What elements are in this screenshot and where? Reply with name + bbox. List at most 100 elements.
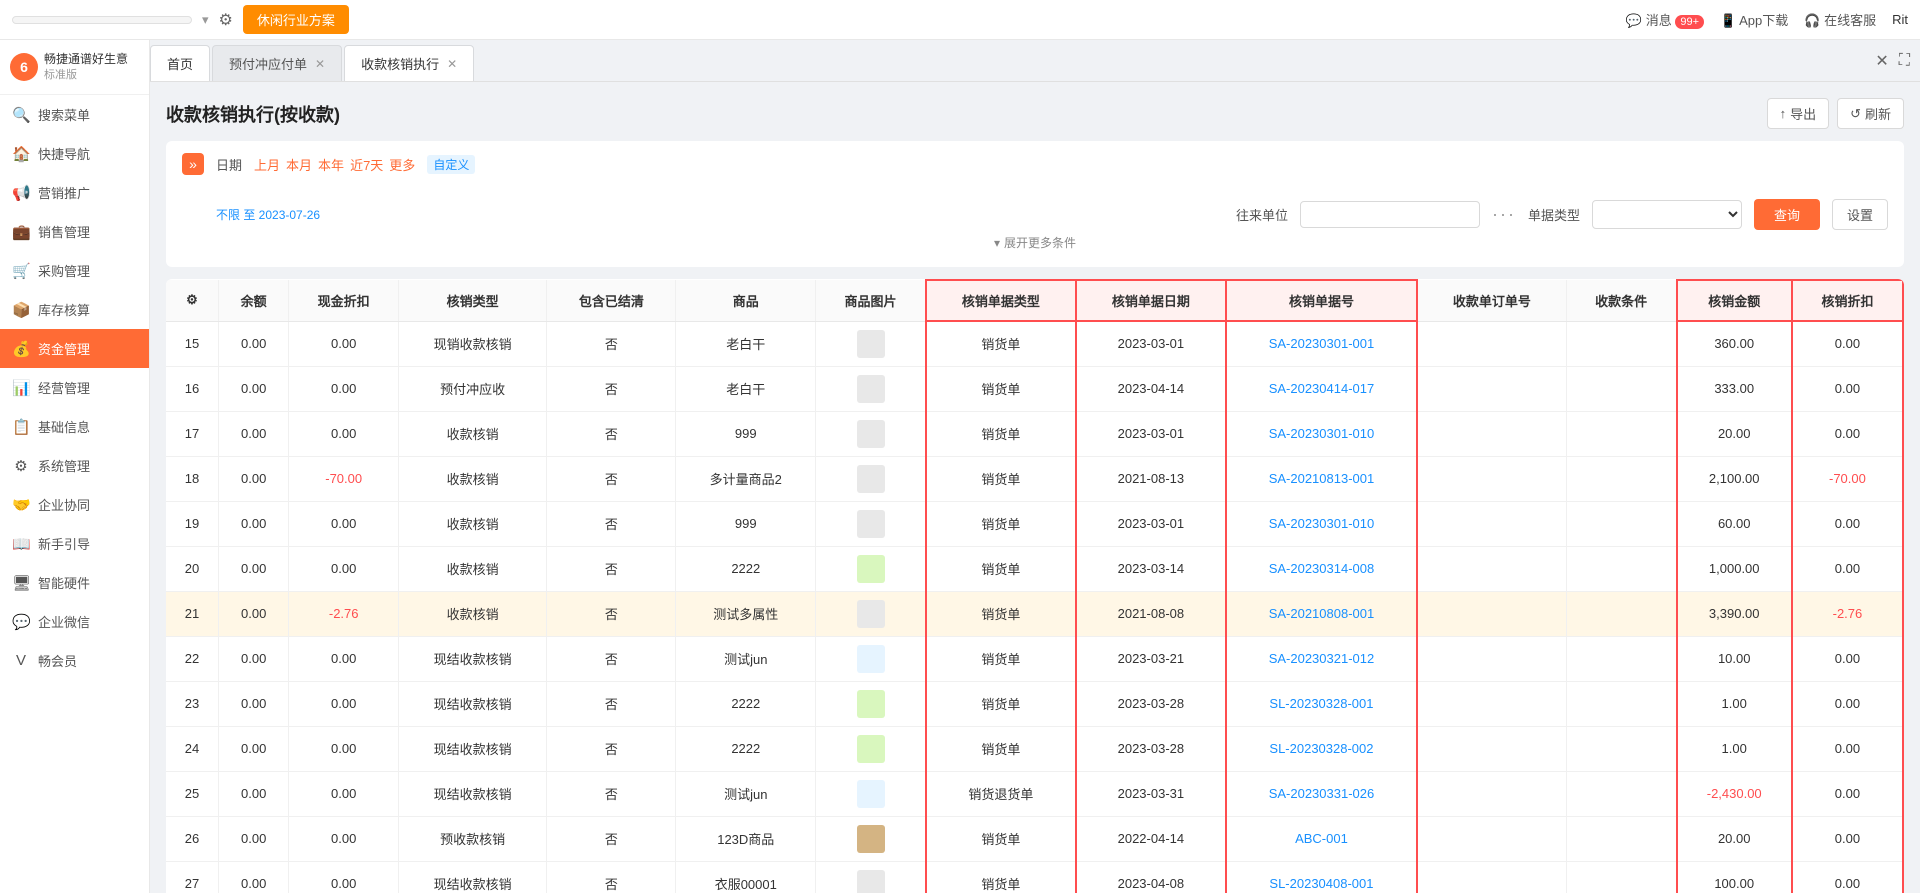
table-row: 220.000.00现结收款核销否测试jun销货单2023-03-21SA-20… bbox=[166, 636, 1903, 681]
write-off-number-link[interactable]: SA-20230301-010 bbox=[1226, 501, 1417, 546]
row-id-16: 16 bbox=[166, 366, 218, 411]
write-off-number-link[interactable]: SA-20230414-017 bbox=[1226, 366, 1417, 411]
col-header-write_off_date: 核销单据日期 bbox=[1076, 280, 1226, 321]
close-window-icon[interactable]: ✕ bbox=[1875, 51, 1888, 71]
write_off_amount-cell: 20.00 bbox=[1677, 411, 1792, 456]
write_off_amount-cell: 10.00 bbox=[1677, 636, 1792, 681]
goods-image-cell bbox=[816, 546, 926, 591]
write_off_date-cell: 2023-03-28 bbox=[1076, 726, 1226, 771]
col-header-collection_order: 收款单订单号 bbox=[1417, 280, 1566, 321]
goods-cell: 多计量商品2 bbox=[676, 456, 816, 501]
write-off-number-link[interactable]: SL-20230328-001 bbox=[1226, 681, 1417, 726]
collection_order-cell bbox=[1417, 861, 1566, 893]
tab-collection[interactable]: 收款核销执行✕ bbox=[344, 45, 474, 81]
inventory-icon: 📦 bbox=[12, 301, 30, 319]
date-custom-badge[interactable]: 自定义 bbox=[427, 155, 475, 174]
row-id-27: 27 bbox=[166, 861, 218, 893]
app-download[interactable]: 📱 App下载 bbox=[1720, 10, 1788, 29]
online-service[interactable]: 🎧 在线客服 bbox=[1804, 10, 1876, 29]
table-row: 170.000.00收款核销否999销货单2023-03-01SA-202303… bbox=[166, 411, 1903, 456]
goods-image-cell bbox=[816, 771, 926, 816]
write-off-number-link[interactable]: SA-20230301-001 bbox=[1226, 321, 1417, 366]
date-option-this-month[interactable]: 本月 bbox=[286, 155, 312, 174]
write_off_type-cell: 现结收款核销 bbox=[398, 681, 546, 726]
table-row: 240.000.00现结收款核销否2222销货单2023-03-28SL-202… bbox=[166, 726, 1903, 771]
write_off_bill_type-cell: 销货单 bbox=[926, 636, 1076, 681]
write_off_bill_type-cell: 销货退货单 bbox=[926, 771, 1076, 816]
enterprise-icon: 🤝 bbox=[12, 496, 30, 514]
write-off-number-link[interactable]: SA-20210808-001 bbox=[1226, 591, 1417, 636]
col-header-cash_discount: 现金折扣 bbox=[289, 280, 398, 321]
collection_condition-cell bbox=[1566, 816, 1676, 861]
industry-button[interactable]: 休闲行业方案 bbox=[243, 5, 349, 34]
voucher-type-label: 单据类型 bbox=[1528, 205, 1580, 224]
cash-discount-cell: -70.00 bbox=[289, 456, 398, 501]
tab-close-prepay[interactable]: ✕ bbox=[315, 57, 325, 71]
write_off_type-cell: 现结收款核销 bbox=[398, 636, 546, 681]
filter-toggle-button[interactable]: » bbox=[182, 153, 204, 175]
sidebar-item-nav[interactable]: 🏠快捷导航 bbox=[0, 134, 149, 173]
voucher-type-select[interactable] bbox=[1592, 200, 1742, 229]
table-row: 180.00-70.00收款核销否多计量商品2销货单2021-08-13SA-2… bbox=[166, 456, 1903, 501]
date-option-last-month[interactable]: 上月 bbox=[254, 155, 280, 174]
expand-window-icon[interactable]: ⛶ bbox=[1899, 52, 1910, 70]
date-option-this-year[interactable]: 本年 bbox=[318, 155, 344, 174]
sidebar-item-purchase[interactable]: 🛒采购管理 bbox=[0, 251, 149, 290]
sidebar-item-system[interactable]: ⚙系统管理 bbox=[0, 446, 149, 485]
write-off-number-link[interactable]: SA-20230301-010 bbox=[1226, 411, 1417, 456]
write-off-number-link[interactable]: SA-20210813-001 bbox=[1226, 456, 1417, 501]
setting-button[interactable]: 设置 bbox=[1832, 199, 1888, 230]
sidebar-item-operations[interactable]: 📊经营管理 bbox=[0, 368, 149, 407]
write-off-number-link[interactable]: SL-20230408-001 bbox=[1226, 861, 1417, 893]
sidebar-item-inventory[interactable]: 📦库存核算 bbox=[0, 290, 149, 329]
included-cell: 否 bbox=[547, 681, 676, 726]
date-option-7days[interactable]: 近7天 bbox=[350, 155, 383, 174]
dropdown-icon[interactable]: ▾ bbox=[202, 12, 209, 28]
sidebar-item-wechat[interactable]: 💬企业微信 bbox=[0, 602, 149, 641]
expand-conditions[interactable]: ▾ 展开更多条件 bbox=[182, 230, 1888, 255]
sidebar-item-hardware[interactable]: 🖥智能硬件 bbox=[0, 563, 149, 602]
write-off-number-link[interactable]: SA-20230331-026 bbox=[1226, 771, 1417, 816]
sidebar-item-finance[interactable]: 💰资金管理 bbox=[0, 329, 149, 368]
write-off-number-link[interactable]: SA-20230314-008 bbox=[1226, 546, 1417, 591]
write_off_bill_type-cell: 销货单 bbox=[926, 366, 1076, 411]
collection_condition-cell bbox=[1566, 366, 1676, 411]
write-off-discount-cell: -70.00 bbox=[1792, 456, 1903, 501]
sidebar-item-guide[interactable]: 📖新手引导 bbox=[0, 524, 149, 563]
refresh-button[interactable]: ↺ 刷新 bbox=[1837, 98, 1904, 129]
included-cell: 否 bbox=[547, 591, 676, 636]
sidebar-item-marketing[interactable]: 📢营销推广 bbox=[0, 173, 149, 212]
page-actions: ↑ 导出 ↺ 刷新 bbox=[1767, 98, 1904, 129]
write-off-number-link[interactable]: ABC-001 bbox=[1226, 816, 1417, 861]
partner-input[interactable] bbox=[1300, 201, 1480, 228]
table-row: 190.000.00收款核销否999销货单2023-03-01SA-202303… bbox=[166, 501, 1903, 546]
sidebar-item-sales[interactable]: 💼销售管理 bbox=[0, 212, 149, 251]
write_off_discount-cell: 0.00 bbox=[1792, 321, 1903, 366]
write_off_bill_type-cell: 销货单 bbox=[926, 546, 1076, 591]
date-option-more[interactable]: 更多 bbox=[389, 155, 415, 174]
write-off-number-link[interactable]: SL-20230328-002 bbox=[1226, 726, 1417, 771]
sidebar-item-basic[interactable]: 📋基础信息 bbox=[0, 407, 149, 446]
write-off-number-link[interactable]: SA-20230321-012 bbox=[1226, 636, 1417, 681]
export-button[interactable]: ↑ 导出 bbox=[1767, 98, 1830, 129]
tab-close-collection[interactable]: ✕ bbox=[447, 57, 457, 71]
sidebar-item-enterprise[interactable]: 🤝企业协同 bbox=[0, 485, 149, 524]
search-input[interactable] bbox=[12, 16, 192, 24]
tab-bar-actions: ✕ ⛶ bbox=[1865, 40, 1920, 82]
collection_condition-cell bbox=[1566, 636, 1676, 681]
tab-prepay[interactable]: 预付冲应付单✕ bbox=[212, 45, 342, 81]
remainder-cell: 0.00 bbox=[218, 726, 289, 771]
write_off_type-cell: 收款核销 bbox=[398, 546, 546, 591]
write_off_amount-cell: 333.00 bbox=[1677, 366, 1792, 411]
tab-home[interactable]: 首页 bbox=[150, 45, 210, 81]
query-button[interactable]: 查询 bbox=[1754, 199, 1820, 230]
sidebar-item-search[interactable]: 🔍搜索菜单 bbox=[0, 95, 149, 134]
sidebar-item-member[interactable]: V畅会员 bbox=[0, 641, 149, 680]
system-icon: ⚙ bbox=[12, 457, 30, 475]
cash_discount-cell: 0.00 bbox=[289, 501, 398, 546]
write_off_amount-cell: 1,000.00 bbox=[1677, 546, 1792, 591]
message-icon[interactable]: 💬 消息 99+ bbox=[1626, 10, 1704, 29]
included-cell: 否 bbox=[547, 501, 676, 546]
sidebar-item-label: 销售管理 bbox=[38, 222, 90, 241]
settings-icon[interactable]: ⚙ bbox=[219, 10, 233, 30]
